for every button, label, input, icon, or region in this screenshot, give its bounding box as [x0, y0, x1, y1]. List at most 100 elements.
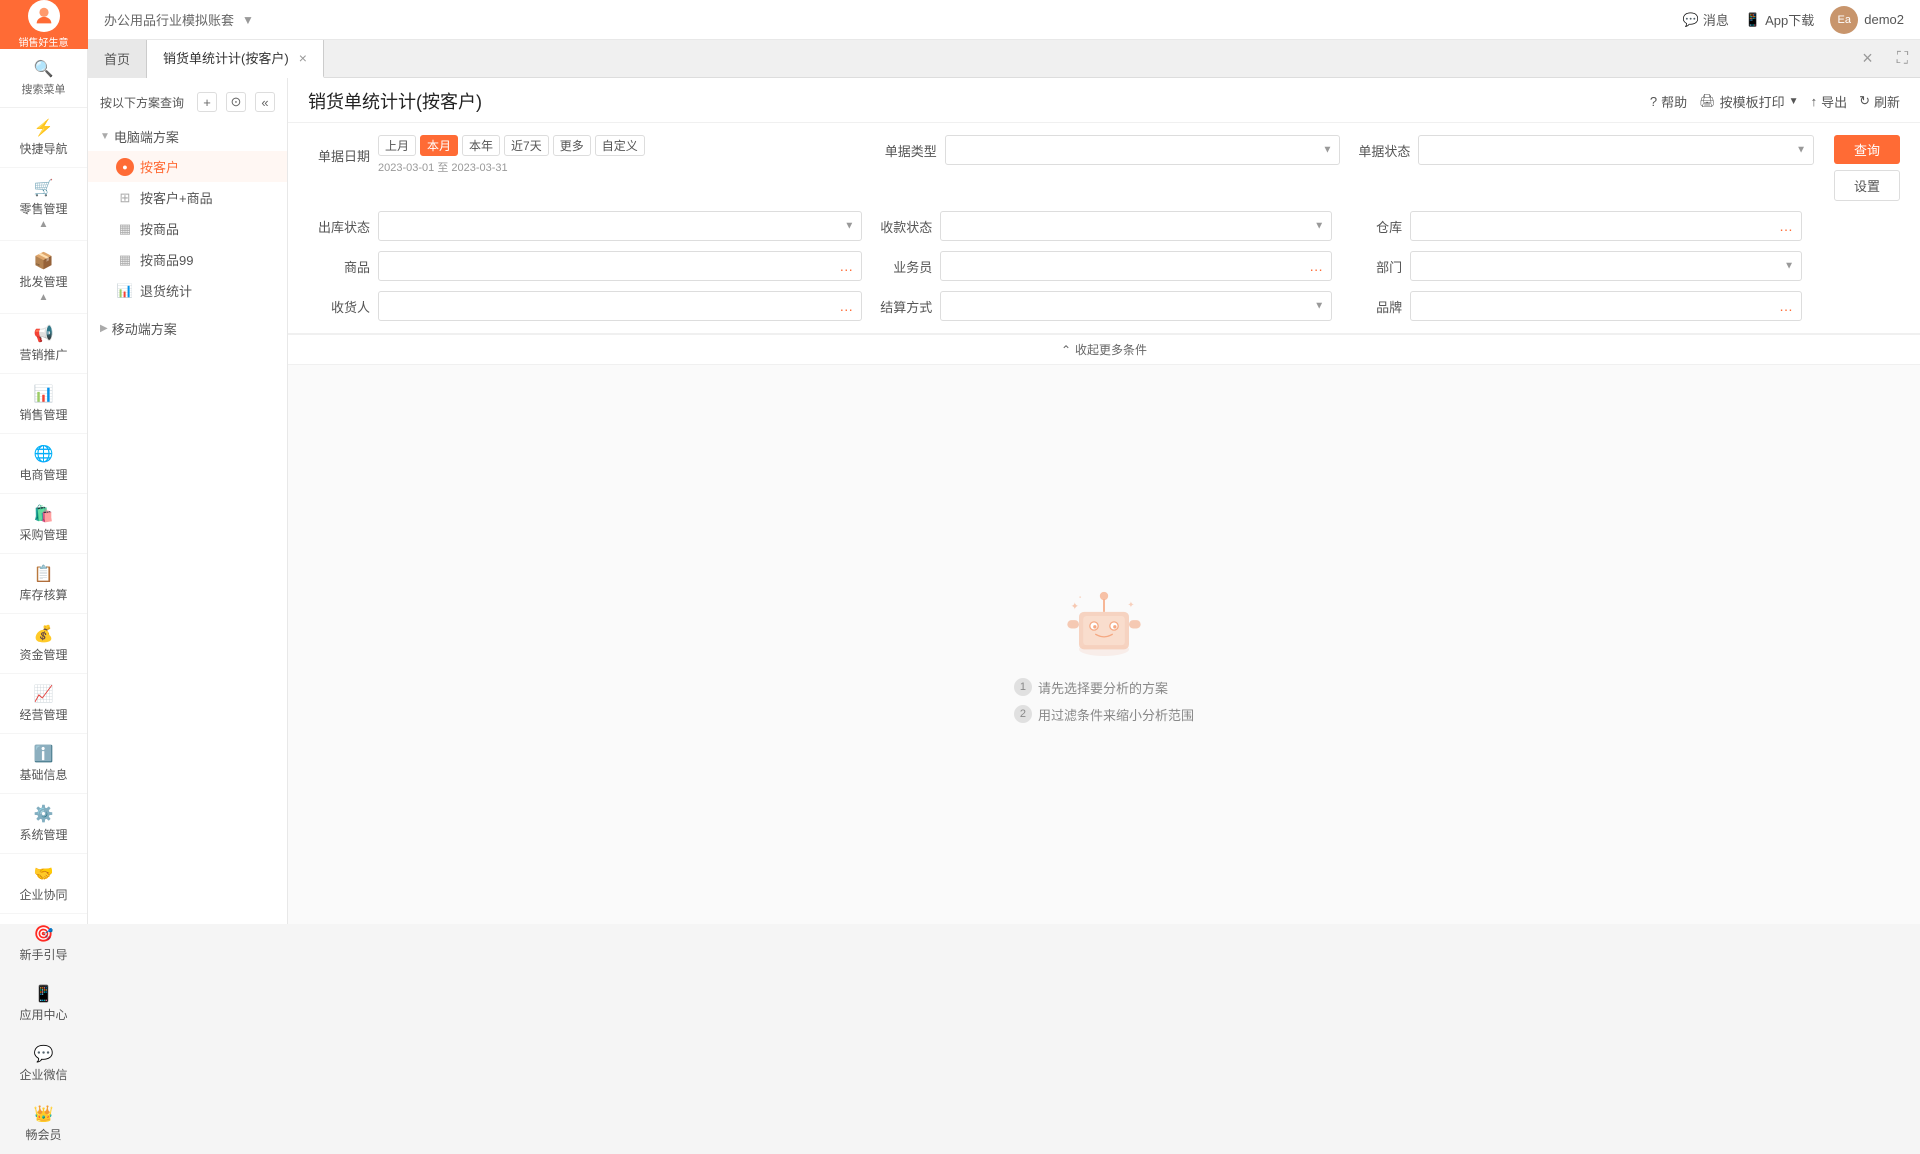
- refresh-btn[interactable]: ↻ 刷新: [1859, 92, 1900, 111]
- guide-label: 新手引导: [19, 946, 67, 963]
- receiver-input[interactable]: …: [378, 291, 862, 321]
- order-status-label: 单据状态: [1348, 141, 1418, 160]
- warehouse-input[interactable]: …: [1410, 211, 1802, 241]
- payment-method-select[interactable]: [940, 291, 1332, 321]
- scheme-by-customer[interactable]: ● 按客户: [88, 151, 287, 182]
- sidebar-item-basic[interactable]: ℹ️ 基础信息: [0, 734, 87, 794]
- export-label: 导出: [1821, 92, 1847, 111]
- sidebar-item-ecommerce[interactable]: 🌐 电商管理: [0, 434, 87, 494]
- filter-row-4: 收货人 … 结算方式 ▼: [308, 291, 1900, 321]
- sidebar-item-apps[interactable]: 📱 应用中心: [0, 974, 87, 1034]
- ecommerce-label: 电商管理: [19, 466, 67, 483]
- filter-department-cell: 部门 ▼: [1340, 251, 1802, 281]
- desktop-scheme-parent[interactable]: ▼ 电脑端方案: [88, 122, 287, 151]
- filter-payment-status-cell: 收款状态 ▼: [870, 211, 1332, 241]
- out-status-select[interactable]: [378, 211, 862, 241]
- user-info[interactable]: Ea demo2: [1830, 6, 1904, 34]
- sidebar-item-finance[interactable]: 💰 资金管理: [0, 614, 87, 674]
- export-btn[interactable]: ↑ 导出: [1811, 92, 1848, 111]
- help-btn[interactable]: ? 帮助: [1650, 92, 1687, 111]
- retail-label: 零售管理: [19, 200, 67, 217]
- filter-actions: 查询 设置: [1834, 135, 1900, 201]
- payment-method-label: 结算方式: [870, 297, 940, 316]
- breadcrumb-dropdown-icon[interactable]: ▼: [242, 13, 254, 27]
- scheme-by-goods[interactable]: ▦ 按商品: [88, 213, 287, 244]
- header-breadcrumb: 办公用品行业模拟账套: [104, 10, 234, 29]
- app-logo: 销售好生意: [0, 0, 88, 49]
- order-type-select[interactable]: [945, 135, 1341, 165]
- tab-home[interactable]: 首页: [88, 40, 147, 78]
- app-download-btn[interactable]: 📱 App下载: [1745, 10, 1814, 29]
- date-btn-7days[interactable]: 近7天: [504, 135, 549, 156]
- sidebar-item-purchase[interactable]: 🛍️ 采购管理: [0, 494, 87, 554]
- order-type-label: 单据类型: [875, 141, 945, 160]
- date-btn-last-month[interactable]: 上月: [378, 135, 416, 156]
- scheme-by-customer-goods[interactable]: ⊞ 按客户+商品: [88, 182, 287, 213]
- date-btn-this-year[interactable]: 本年: [462, 135, 500, 156]
- sidebar-item-marketing[interactable]: 📢 营销推广: [0, 314, 87, 374]
- mobile-scheme-label: 移动端方案: [112, 319, 177, 338]
- print-label: 按模板打印: [1720, 92, 1785, 111]
- sidebar-item-operations[interactable]: 📈 经营管理: [0, 674, 87, 734]
- goods99-icon: ▦: [116, 251, 134, 269]
- salesperson-dots: …: [1309, 258, 1323, 274]
- date-shortcuts: 上月 本月 本年 近7天 更多 自定义: [378, 135, 867, 156]
- receiver-dots: …: [839, 298, 853, 314]
- date-label: 单据日期: [308, 146, 378, 165]
- scheme-by-goods99[interactable]: ▦ 按商品99: [88, 244, 287, 275]
- tab-close-icon[interactable]: ×: [299, 50, 307, 66]
- basic-icon: ℹ️: [34, 744, 54, 764]
- salesperson-input[interactable]: …: [940, 251, 1332, 281]
- desktop-scheme-label: 电脑端方案: [114, 127, 179, 146]
- tab-active[interactable]: 销货单统计计(按客户) ×: [147, 40, 324, 78]
- settings-btn[interactable]: 设置: [1834, 170, 1900, 201]
- sidebar-item-wechat[interactable]: 💬 企业微信: [0, 1034, 87, 1094]
- system-label: 系统管理: [19, 826, 67, 843]
- add-scheme-btn[interactable]: +: [197, 92, 217, 112]
- mobile-scheme-parent[interactable]: ▶ 移动端方案: [88, 314, 287, 343]
- enterprise-icon: 🤝: [34, 864, 54, 884]
- collapse-panel-btn[interactable]: «: [255, 92, 275, 112]
- sidebar-item-system[interactable]: ⚙️ 系统管理: [0, 794, 87, 854]
- query-btn[interactable]: 查询: [1834, 135, 1900, 164]
- sidebar-item-search[interactable]: 🔍 搜索菜单: [0, 49, 87, 108]
- brand-input[interactable]: …: [1410, 291, 1802, 321]
- message-btn[interactable]: 💬 消息: [1683, 10, 1729, 29]
- sidebar-item-enterprise[interactable]: 🤝 企业协同: [0, 854, 87, 914]
- sales-icon: 📊: [34, 384, 54, 404]
- date-btn-more[interactable]: 更多: [553, 135, 591, 156]
- apps-label: 应用中心: [19, 1006, 67, 1023]
- sidebar-item-sales[interactable]: 📊 销售管理: [0, 374, 87, 434]
- window-maximize-btn[interactable]: ⛶: [1885, 50, 1920, 68]
- add-icon: +: [203, 95, 211, 110]
- apps-icon: 📱: [34, 984, 54, 1004]
- sidebar-item-guide[interactable]: 🎯 新手引导: [0, 914, 87, 974]
- window-close-btn[interactable]: ×: [1850, 48, 1885, 69]
- filter-salesperson-cell: 业务员 …: [870, 251, 1332, 281]
- goods-input[interactable]: …: [378, 251, 862, 281]
- system-icon: ⚙️: [34, 804, 54, 824]
- scheme-by-goods-label: 按商品: [140, 219, 179, 238]
- collapse-btn[interactable]: ⌃ 收起更多条件: [288, 334, 1920, 365]
- filter-receiver-cell: 收货人 …: [308, 291, 862, 321]
- sidebar-item-member[interactable]: 👑 畅会员: [0, 1094, 87, 1154]
- date-btn-this-month[interactable]: 本月: [420, 135, 458, 156]
- customer-scheme-icon: ●: [116, 158, 134, 176]
- sidebar-item-inventory[interactable]: 📋 库存核算: [0, 554, 87, 614]
- sidebar-item-retail[interactable]: 🛒 零售管理 ▲: [0, 168, 87, 241]
- header-right: 💬 消息 📱 App下载 Ea demo2: [1683, 6, 1904, 34]
- department-select[interactable]: [1410, 251, 1802, 281]
- scheme-return-stats[interactable]: 📊 退货统计: [88, 275, 287, 306]
- mobile-expand-arrow-icon: ▶: [100, 323, 108, 334]
- right-panel: 销货单统计计(按客户) ? 帮助 🖨 按模板打印 ▼ ↑ 导出: [288, 78, 1920, 924]
- scheme-settings-btn[interactable]: ⊙: [226, 92, 246, 112]
- sidebar-item-wholesale[interactable]: 📦 批发管理 ▲: [0, 241, 87, 314]
- sidebar-item-quick[interactable]: ⚡ 快捷导航: [0, 108, 87, 168]
- payment-status-select[interactable]: [940, 211, 1332, 241]
- logo-text: 销售好生意: [19, 34, 69, 49]
- quick-icon: ⚡: [34, 118, 54, 138]
- print-btn[interactable]: 🖨 按模板打印 ▼: [1699, 92, 1798, 111]
- order-status-select[interactable]: [1418, 135, 1814, 165]
- date-btn-custom[interactable]: 自定义: [595, 135, 645, 156]
- scheme-by-customer-goods-label: 按客户+商品: [140, 188, 213, 207]
